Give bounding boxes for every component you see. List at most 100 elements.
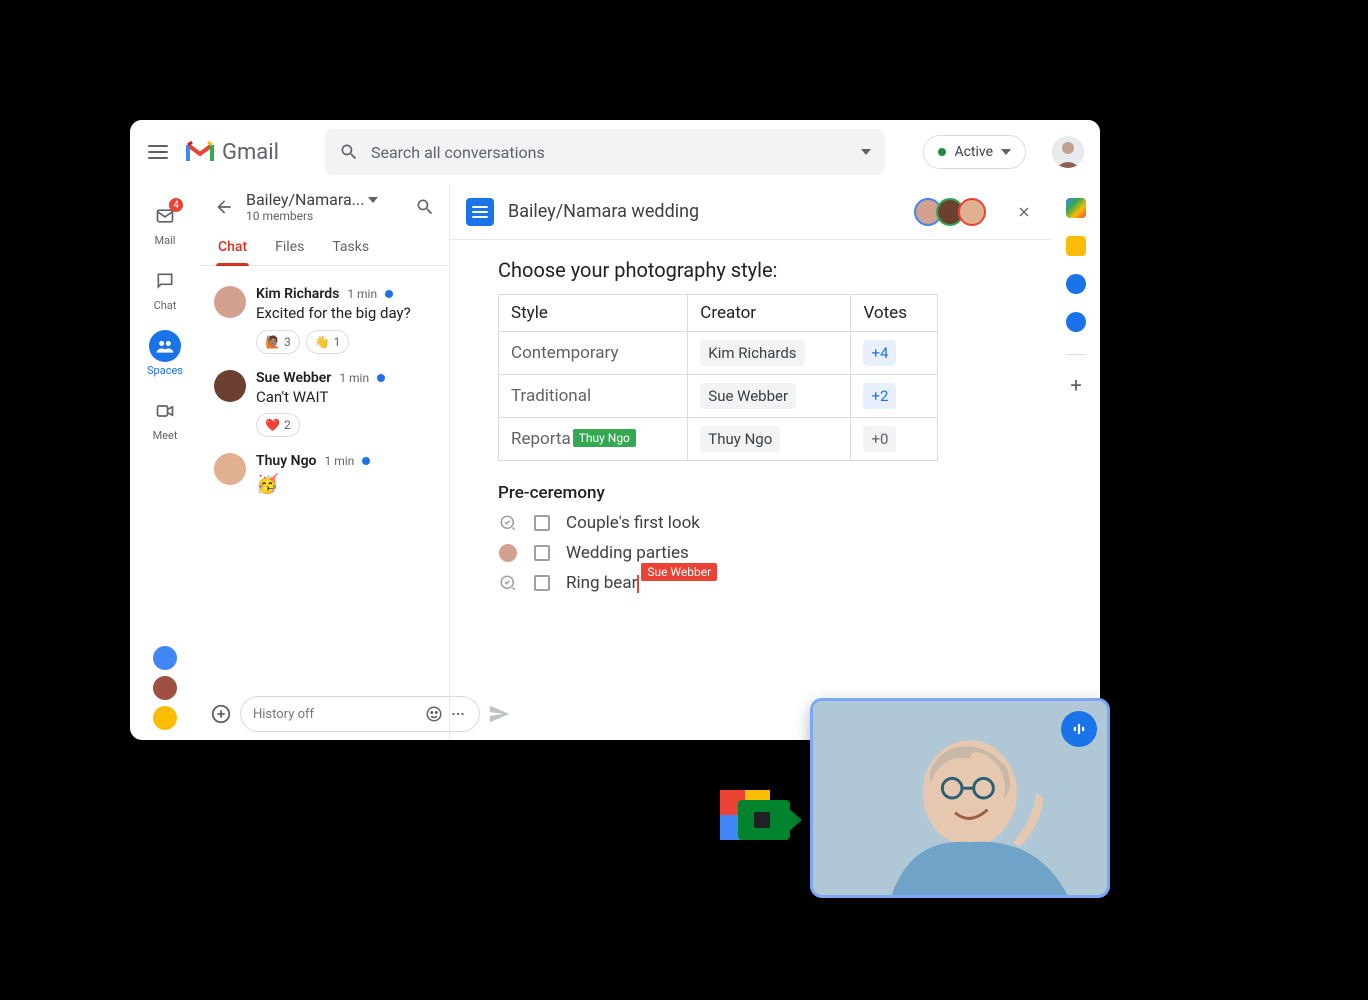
check-item: Couple's first look: [498, 513, 1004, 533]
user-chip[interactable]: Thuy Ngo: [700, 426, 780, 452]
reaction-chip[interactable]: ❤️2: [256, 413, 300, 437]
arrow-back-icon: [214, 197, 234, 217]
table-cell: + 0: [851, 418, 938, 461]
chat-icon: [155, 271, 175, 291]
gmail-logo[interactable]: Gmail: [186, 140, 279, 165]
user-chip[interactable]: Kim Richards: [700, 340, 804, 366]
gmail-window: Gmail Active 4 Mail: [130, 120, 1100, 740]
app-header: Gmail Active: [130, 120, 1100, 184]
search-bar[interactable]: [325, 129, 885, 175]
reaction-chip[interactable]: 👋1: [306, 330, 350, 354]
check-item-text: Ring bearSue Webber: [566, 573, 717, 593]
gmail-icon: [186, 141, 214, 163]
presence-status[interactable]: Active: [923, 135, 1026, 169]
chevron-down-icon[interactable]: [368, 197, 378, 203]
user-avatar[interactable]: [214, 370, 246, 402]
user-avatar[interactable]: [214, 453, 246, 485]
vote-chip[interactable]: + 0: [863, 426, 896, 452]
unread-dot-icon: [377, 374, 385, 382]
tab-files[interactable]: Files: [273, 229, 306, 265]
message-time: 1 min: [324, 454, 354, 468]
space-header: Bailey/Namara... 10 members: [200, 184, 449, 229]
keep-addon-icon[interactable]: [1066, 236, 1086, 256]
recent-chat-avatar[interactable]: [153, 676, 177, 700]
user-avatar[interactable]: [214, 286, 246, 318]
rail-item-mail[interactable]: 4 Mail: [137, 194, 193, 253]
message-author: Sue Webber: [256, 370, 331, 386]
assign-icon[interactable]: [498, 514, 518, 532]
reaction-chip[interactable]: 🙋🏽3: [256, 330, 300, 354]
message-text: 🥳: [256, 473, 370, 496]
collab-cursor-label: Thuy Ngo: [573, 429, 636, 447]
unread-dot-icon: [385, 290, 393, 298]
reactions: 🙋🏽3 👋1: [256, 330, 411, 354]
compose-add-button[interactable]: [210, 703, 232, 725]
tasks-addon-icon[interactable]: [1066, 274, 1086, 294]
compose-field[interactable]: [240, 696, 480, 732]
message-list[interactable]: Kim Richards 1 min Excited for the big d…: [200, 266, 449, 688]
space-search-button[interactable]: [409, 191, 441, 223]
main-menu-button[interactable]: [146, 140, 170, 164]
table-cell: Kim Richards: [688, 332, 851, 375]
collaborator-avatar[interactable]: [958, 198, 986, 226]
emoji-button[interactable]: [425, 705, 443, 723]
assigned-avatar[interactable]: [498, 544, 518, 562]
space-subtitle: 10 members: [246, 209, 378, 223]
calendar-addon-icon[interactable]: [1066, 198, 1086, 218]
table-row: ReportaThuy Ngo Thuy Ngo + 0: [499, 418, 938, 461]
check-item: Ring bearSue Webber: [498, 573, 1004, 593]
space-panel: Bailey/Namara... 10 members Chat Files T…: [200, 184, 450, 740]
collaborator-avatars[interactable]: [920, 198, 986, 226]
vote-chip[interactable]: + 4: [863, 340, 896, 366]
collab-cursor-label: Sue Webber: [641, 563, 717, 581]
get-addons-button[interactable]: +: [1070, 373, 1081, 397]
vote-chip[interactable]: + 2: [863, 383, 896, 409]
plus-circle-icon: [210, 703, 232, 725]
document-pane: Bailey/Namara wedding Choose your photog…: [450, 184, 1052, 740]
table-cell: Contemporary: [499, 332, 688, 375]
rail-label: Mail: [155, 234, 176, 247]
tab-chat[interactable]: Chat: [216, 229, 249, 265]
search-input[interactable]: [371, 143, 849, 162]
message-author: Kim Richards: [256, 286, 339, 302]
rail-item-meet[interactable]: Meet: [137, 389, 193, 448]
section-heading: Pre-ceremony: [498, 483, 1004, 503]
compose-input[interactable]: [253, 707, 419, 722]
app-rail: 4 Mail Chat Spaces Meet: [130, 184, 200, 740]
account-avatar[interactable]: [1052, 136, 1084, 168]
video-call-pip[interactable]: [810, 698, 1110, 898]
search-options-icon[interactable]: [861, 149, 871, 155]
rail-label: Spaces: [147, 364, 183, 377]
mic-active-indicator[interactable]: [1061, 711, 1097, 747]
check-item: Wedding parties: [498, 543, 1004, 563]
space-title[interactable]: Bailey/Namara...: [246, 190, 364, 209]
rail-item-spaces[interactable]: Spaces: [137, 324, 193, 383]
google-docs-icon: [466, 198, 494, 226]
tab-tasks[interactable]: Tasks: [330, 229, 371, 265]
unread-dot-icon: [362, 457, 370, 465]
checkbox[interactable]: [534, 545, 550, 561]
chevron-down-icon: [1001, 149, 1011, 155]
message: Kim Richards 1 min Excited for the big d…: [208, 278, 441, 362]
collab-cursor: [637, 575, 639, 593]
status-label: Active: [954, 144, 993, 160]
close-button[interactable]: [1012, 200, 1036, 224]
message: Thuy Ngo 1 min 🥳: [208, 445, 441, 504]
user-chip[interactable]: Sue Webber: [700, 383, 796, 409]
back-button[interactable]: [208, 191, 240, 223]
contacts-addon-icon[interactable]: [1066, 312, 1086, 332]
rail-item-chat[interactable]: Chat: [137, 259, 193, 318]
space-tabs: Chat Files Tasks: [200, 229, 449, 266]
recent-chat-avatar[interactable]: [153, 706, 177, 730]
recent-chat-avatar[interactable]: [153, 646, 177, 670]
compose-bar: [200, 688, 449, 740]
table-row: Traditional Sue Webber + 2: [499, 375, 938, 418]
checklist: Couple's first look Wedding parties: [498, 513, 1004, 593]
table-cell: + 2: [851, 375, 938, 418]
assign-icon[interactable]: [498, 574, 518, 592]
status-dot-icon: [938, 148, 946, 156]
checkbox[interactable]: [534, 575, 550, 591]
checkbox[interactable]: [534, 515, 550, 531]
google-meet-badge-icon: [720, 790, 792, 850]
document-body[interactable]: Choose your photography style: Style Cre…: [450, 240, 1052, 740]
